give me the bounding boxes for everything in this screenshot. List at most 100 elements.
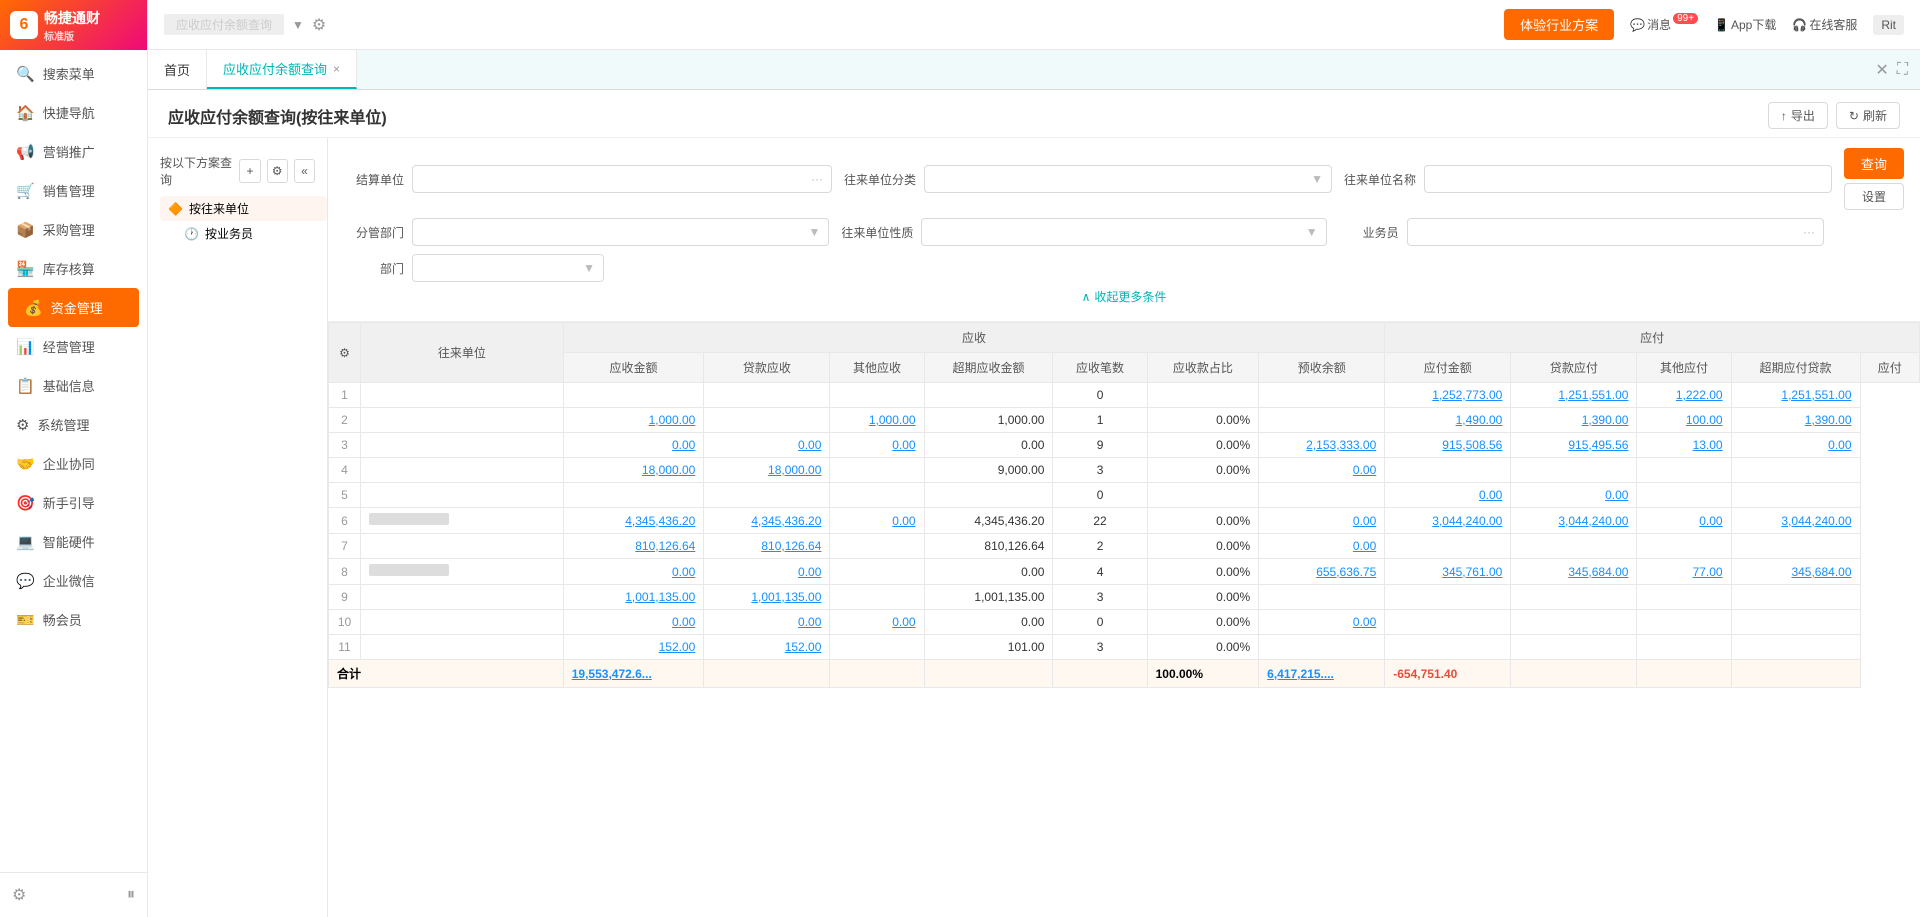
table-link[interactable]: 0.00 bbox=[892, 438, 915, 452]
table-link[interactable]: 1,251,551.00 bbox=[1781, 388, 1851, 402]
dept-input[interactable]: ▼ bbox=[412, 218, 829, 246]
table-cell[interactable] bbox=[704, 383, 830, 408]
tab-close-icon[interactable]: × bbox=[333, 62, 340, 76]
table-link[interactable]: 0.00 bbox=[1605, 488, 1628, 502]
sidebar-item-purchase[interactable]: 📦 采购管理 bbox=[0, 210, 147, 249]
table-cell[interactable]: 915,508.56 bbox=[1385, 433, 1511, 458]
table-link[interactable]: 4,345,436.20 bbox=[625, 514, 695, 528]
category-input[interactable]: ▼ bbox=[924, 165, 1332, 193]
table-cell[interactable]: 345,684.00 bbox=[1731, 559, 1860, 585]
table-cell[interactable]: 18,000.00 bbox=[704, 458, 830, 483]
table-cell[interactable]: 655,636.75 bbox=[1259, 559, 1385, 585]
table-cell[interactable]: 345,684.00 bbox=[1511, 559, 1637, 585]
table-link[interactable]: 0.00 bbox=[1699, 514, 1722, 528]
table-cell[interactable]: 0.00 bbox=[1259, 610, 1385, 635]
table-link[interactable]: 1,252,773.00 bbox=[1432, 388, 1502, 402]
table-link[interactable]: 0.00 bbox=[892, 615, 915, 629]
table-link[interactable]: 1,251,551.00 bbox=[1558, 388, 1628, 402]
table-cell[interactable]: 1,001,135.00 bbox=[704, 585, 830, 610]
sidebar-item-operations[interactable]: 📊 经营管理 bbox=[0, 327, 147, 366]
table-link[interactable]: 4,345,436.20 bbox=[751, 514, 821, 528]
table-cell[interactable] bbox=[1259, 483, 1385, 508]
table-cell[interactable]: 0.00 bbox=[830, 433, 924, 458]
table-cell[interactable]: 1,222.00 bbox=[1637, 383, 1731, 408]
set-button[interactable]: 设置 bbox=[1844, 183, 1904, 210]
table-link[interactable]: 0.00 bbox=[672, 438, 695, 452]
table-link[interactable]: 2,153,333.00 bbox=[1306, 438, 1376, 452]
subdept-input[interactable]: ▼ bbox=[412, 254, 604, 282]
table-cell[interactable]: 13.00 bbox=[1637, 433, 1731, 458]
query-button[interactable]: 查询 bbox=[1844, 148, 1904, 179]
table-cell[interactable]: 0.00 bbox=[1637, 508, 1731, 534]
table-cell[interactable]: 0.00 bbox=[1259, 534, 1385, 559]
table-cell[interactable]: 345,761.00 bbox=[1385, 559, 1511, 585]
sidebar-item-collab[interactable]: 🤝 企业协同 bbox=[0, 444, 147, 483]
table-cell[interactable]: 0.00 bbox=[830, 610, 924, 635]
table-cell[interactable] bbox=[1511, 635, 1637, 660]
table-link[interactable]: 1,390.00 bbox=[1805, 413, 1852, 427]
table-cell[interactable] bbox=[830, 383, 924, 408]
table-link[interactable]: 345,684.00 bbox=[1791, 565, 1851, 579]
table-cell[interactable]: 0.00 bbox=[1259, 458, 1385, 483]
table-cell[interactable] bbox=[1731, 635, 1860, 660]
tab-home[interactable]: 首页 bbox=[148, 50, 207, 89]
table-cell[interactable] bbox=[1731, 483, 1860, 508]
table-link[interactable]: 77.00 bbox=[1693, 565, 1723, 579]
table-cell[interactable] bbox=[1385, 610, 1511, 635]
table-cell[interactable]: 77.00 bbox=[1637, 559, 1731, 585]
table-cell[interactable] bbox=[1385, 534, 1511, 559]
tab-arbalance[interactable]: 应收应付余额查询 × bbox=[207, 50, 357, 89]
table-cell[interactable]: 1,000.00 bbox=[563, 408, 704, 433]
table-link[interactable]: 0.00 bbox=[892, 514, 915, 528]
table-link[interactable]: 0.00 bbox=[672, 565, 695, 579]
tab-close-all-icon[interactable]: ✕ bbox=[1875, 60, 1888, 80]
table-link[interactable]: 345,684.00 bbox=[1568, 565, 1628, 579]
table-link[interactable]: 1,000.00 bbox=[869, 413, 916, 427]
settings-header[interactable]: ⚙ bbox=[329, 323, 361, 383]
table-cell[interactable]: 100.00 bbox=[1637, 408, 1731, 433]
table-cell[interactable]: 810,126.64 bbox=[563, 534, 704, 559]
table-cell[interactable] bbox=[830, 458, 924, 483]
table-link[interactable]: 345,761.00 bbox=[1442, 565, 1502, 579]
table-link[interactable]: 915,508.56 bbox=[1442, 438, 1502, 452]
table-cell[interactable]: 4,345,436.20 bbox=[563, 508, 704, 534]
table-cell[interactable] bbox=[1511, 585, 1637, 610]
table-cell[interactable] bbox=[704, 408, 830, 433]
table-cell[interactable] bbox=[1637, 483, 1731, 508]
sidebar-item-sales[interactable]: 🛒 销售管理 bbox=[0, 171, 147, 210]
table-link[interactable]: 18,000.00 bbox=[768, 463, 821, 477]
table-cell[interactable]: 1,390.00 bbox=[1731, 408, 1860, 433]
sidebar-item-basic[interactable]: 📋 基础信息 bbox=[0, 366, 147, 405]
table-cell[interactable]: 0.00 bbox=[1259, 508, 1385, 534]
salesperson-input[interactable]: ··· bbox=[1407, 218, 1824, 246]
table-link[interactable]: 0.00 bbox=[1479, 488, 1502, 502]
table-cell[interactable]: 0.00 bbox=[563, 610, 704, 635]
table-link[interactable]: 1,390.00 bbox=[1582, 413, 1629, 427]
unitname-input[interactable] bbox=[1424, 165, 1832, 193]
table-cell[interactable] bbox=[830, 534, 924, 559]
table-cell[interactable]: 810,126.64 bbox=[704, 534, 830, 559]
table-cell[interactable]: 152.00 bbox=[704, 635, 830, 660]
sidebar-item-inventory[interactable]: 🏪 库存核算 bbox=[0, 249, 147, 288]
sidebar-item-system[interactable]: ⚙ 系统管理 bbox=[0, 405, 147, 444]
table-cell[interactable]: 0.00 bbox=[1511, 483, 1637, 508]
table-cell[interactable] bbox=[830, 585, 924, 610]
table-link[interactable]: 1,001,135.00 bbox=[625, 590, 695, 604]
table-cell[interactable] bbox=[1385, 585, 1511, 610]
settlement-input[interactable]: ··· bbox=[412, 165, 832, 193]
sidebar-item-hardware[interactable]: 💻 智能硬件 bbox=[0, 522, 147, 561]
sidebar-item-search[interactable]: 🔍 搜索菜单 bbox=[0, 54, 147, 93]
export-button[interactable]: ↑ 导出 bbox=[1768, 102, 1828, 129]
table-cell[interactable] bbox=[1259, 383, 1385, 408]
table-link[interactable]: 810,126.64 bbox=[635, 539, 695, 553]
table-cell[interactable] bbox=[1731, 458, 1860, 483]
message-area[interactable]: 💬 消息 99+ bbox=[1630, 16, 1698, 33]
footer-prepay[interactable]: 6,417,215.... bbox=[1259, 660, 1385, 688]
table-cell[interactable]: 0.00 bbox=[704, 610, 830, 635]
table-cell[interactable]: 0.00 bbox=[1731, 433, 1860, 458]
table-cell[interactable] bbox=[563, 383, 704, 408]
table-link[interactable]: 0.00 bbox=[1353, 514, 1376, 528]
table-cell[interactable]: 0.00 bbox=[563, 433, 704, 458]
table-cell[interactable]: 3,044,240.00 bbox=[1731, 508, 1860, 534]
table-cell[interactable]: 1,251,551.00 bbox=[1511, 383, 1637, 408]
